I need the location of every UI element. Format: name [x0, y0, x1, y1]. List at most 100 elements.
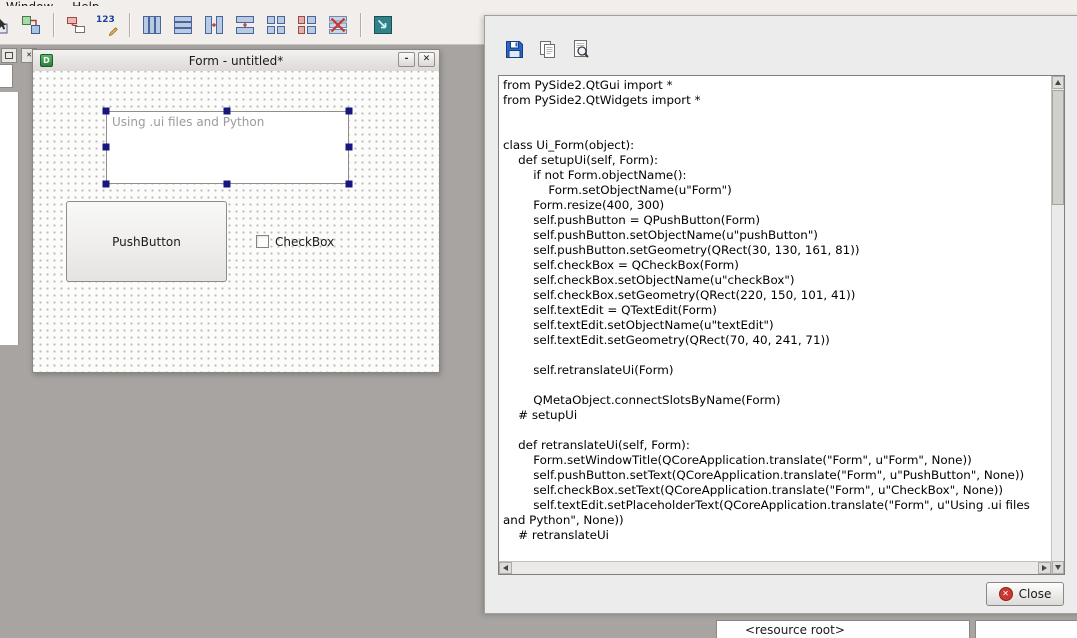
scroll-left-button[interactable] [499, 562, 512, 574]
code-preview-dialog: from PySide2.QtGui import *from PySide2.… [484, 15, 1077, 614]
selection-handle[interactable] [224, 108, 231, 115]
code-line: if not Form.objectName(): [503, 168, 1051, 183]
find-icon[interactable] [569, 38, 591, 60]
arrow-right-icon [1042, 565, 1047, 571]
code-line: Form.setObjectName(u"Form") [503, 183, 1051, 198]
code-text[interactable]: from PySide2.QtGui import *from PySide2.… [499, 76, 1051, 561]
arrow-down-icon [1055, 565, 1061, 570]
vertical-scrollbar[interactable] [1051, 76, 1064, 574]
close-button-label: Close [1019, 587, 1052, 601]
code-line [503, 423, 1051, 438]
code-line [503, 108, 1051, 123]
code-line: QMetaObject.connectSlotsByName(Form) [503, 393, 1051, 408]
form-window-titlebar[interactable]: Form - untitled* D - ✕ [33, 50, 439, 72]
close-button[interactable]: ✕ [418, 52, 435, 67]
code-line: # setupUi [503, 408, 1051, 423]
arrow-up-icon [1055, 80, 1061, 85]
code-line: self.textEdit.setGeometry(QRect(70, 40, … [503, 333, 1051, 348]
menu-window[interactable]: Window [0, 0, 62, 6]
selection-handle[interactable] [224, 181, 231, 188]
pencil-glyph [108, 26, 119, 37]
arrow-left-icon [503, 565, 508, 571]
edit-widgets-icon[interactable] [0, 13, 12, 37]
minimize-icon: - [405, 55, 409, 64]
horizontal-scrollbar[interactable] [499, 561, 1051, 574]
save-icon[interactable] [503, 38, 525, 60]
code-line: self.pushButton.setObjectName(u"pushButt… [503, 228, 1051, 243]
selection-handle[interactable] [346, 108, 353, 115]
code-line: def setupUi(self, Form): [503, 153, 1051, 168]
tab-order-label: 123 [96, 15, 115, 25]
code-line [503, 378, 1051, 393]
code-line: def retranslateUi(self, Form): [503, 438, 1051, 453]
qt-designer-screen: Window Help 123 [0, 0, 1077, 638]
selection-handle[interactable] [346, 181, 353, 188]
layout-form-icon[interactable] [295, 13, 319, 37]
code-line: self.pushButton = QPushButton(Form) [503, 213, 1051, 228]
close-circle-icon: ✕ [999, 587, 1013, 601]
toolbar-separator [53, 13, 54, 37]
resource-root-item[interactable]: <resource root> [745, 623, 845, 637]
edit-buddies-icon[interactable] [64, 13, 88, 37]
code-line: self.checkBox.setObjectName(u"checkBox") [503, 273, 1051, 288]
code-line: self.checkBox.setText(QCoreApplication.t… [503, 483, 1051, 498]
break-layout-icon[interactable] [326, 13, 350, 37]
selection-handle[interactable] [103, 108, 110, 115]
resource-side-panel[interactable] [975, 620, 1077, 638]
code-line: Form.setWindowTitle(QCoreApplication.tra… [503, 453, 1051, 468]
scroll-right-button[interactable] [1038, 562, 1051, 574]
code-line: self.textEdit.setObjectName(u"textEdit") [503, 318, 1051, 333]
edit-tab-order-icon[interactable]: 123 [95, 13, 119, 37]
code-dialog-toolbar [503, 38, 591, 60]
form-canvas[interactable]: Using .ui files and Python PushButton Ch… [33, 71, 439, 372]
code-line: # retranslateUi [503, 528, 1051, 543]
close-x-glyph: ✕ [1002, 590, 1009, 598]
selection-handle[interactable] [346, 144, 353, 151]
selection-handle[interactable] [103, 181, 110, 188]
close-dialog-button[interactable]: ✕ Close [986, 582, 1064, 606]
code-line: self.checkBox.setGeometry(QRect(220, 150… [503, 288, 1051, 303]
layout-vertical-splitter-icon[interactable] [233, 13, 257, 37]
layout-vertical-icon[interactable] [171, 13, 195, 37]
layout-horizontal-icon[interactable] [140, 13, 164, 37]
code-line: class Ui_Form(object): [503, 138, 1051, 153]
close-icon: ✕ [423, 55, 431, 64]
copy-icon[interactable] [536, 38, 558, 60]
layout-horizontal-splitter-icon[interactable] [202, 13, 226, 37]
minimize-button[interactable]: - [398, 52, 415, 67]
code-line: self.textEdit.setPlaceholderText(QCoreAp… [503, 498, 1051, 513]
form-window-title: Form - untitled* [33, 54, 439, 68]
edit-signals-slots-icon[interactable] [19, 13, 43, 37]
float-icon [5, 52, 13, 59]
code-line [503, 348, 1051, 363]
code-line: self.retranslateUi(Form) [503, 363, 1051, 378]
menubar: Window Help [0, 0, 1077, 6]
toolbar-separator [129, 13, 130, 37]
vertical-scrollbar-thumb[interactable] [1052, 90, 1064, 205]
code-line: self.pushButton.setText(QCoreApplication… [503, 468, 1051, 483]
widgetbox-list[interactable] [0, 92, 19, 345]
code-line: self.textEdit = QTextEdit(Form) [503, 303, 1051, 318]
code-line: Form.resize(400, 300) [503, 198, 1051, 213]
menu-help[interactable]: Help [66, 0, 108, 6]
code-line: self.checkBox = QCheckBox(Form) [503, 258, 1051, 273]
code-line: and Python", None)) [503, 513, 1051, 528]
checkbox-unchecked-icon[interactable] [256, 235, 269, 248]
layout-grid-icon[interactable] [264, 13, 288, 37]
code-view-frame: from PySide2.QtGui import *from PySide2.… [498, 75, 1065, 575]
form-editor-window: Form - untitled* D - ✕ Using .ui files a… [32, 49, 440, 373]
textedit-widget[interactable]: Using .ui files and Python [106, 111, 349, 184]
code-line [503, 123, 1051, 138]
checkbox-label: CheckBox [275, 235, 334, 249]
dock-float-button[interactable] [1, 48, 17, 63]
checkbox-widget[interactable]: CheckBox [256, 221, 357, 262]
scroll-up-button[interactable] [1052, 76, 1064, 89]
widgetbox-filter-input[interactable] [0, 64, 13, 88]
scroll-down-button[interactable] [1052, 561, 1064, 574]
resource-tree-panel[interactable]: <resource root> [716, 620, 970, 638]
pushbutton-widget[interactable]: PushButton [66, 201, 227, 282]
selection-handle[interactable] [103, 144, 110, 151]
code-line: from PySide2.QtWidgets import * [503, 93, 1051, 108]
adjust-size-icon[interactable] [371, 13, 395, 37]
form-window-caption-buttons: - ✕ [398, 52, 435, 67]
